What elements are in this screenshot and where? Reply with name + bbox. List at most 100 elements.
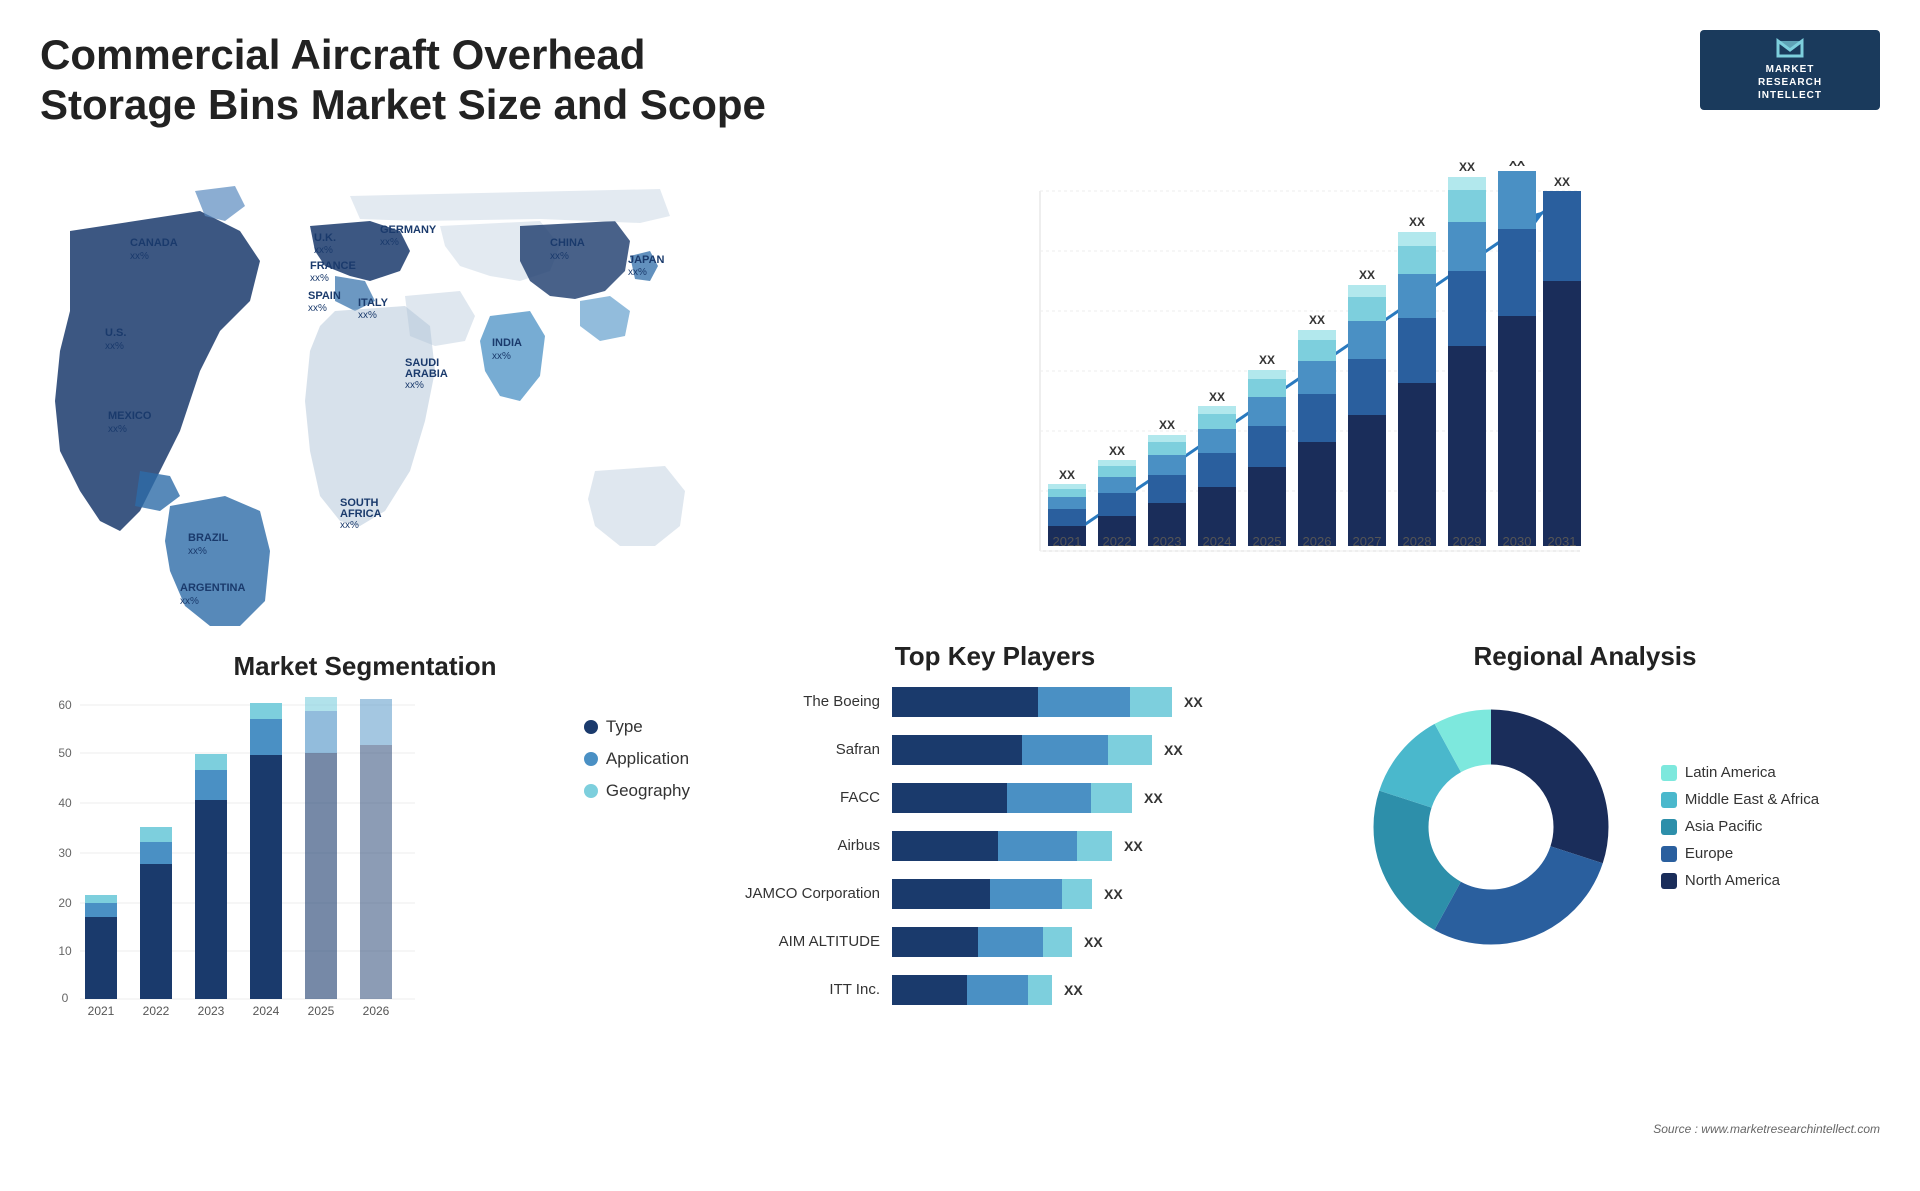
player-row-facc: FACC XX bbox=[720, 783, 1270, 813]
svg-text:40: 40 bbox=[58, 796, 72, 810]
svg-text:2030: 2030 bbox=[1503, 534, 1532, 549]
legend-dot-application bbox=[584, 752, 598, 766]
svg-text:0: 0 bbox=[62, 991, 69, 1005]
world-map-section: CANADA xx% U.S. xx% MEXICO xx% BRAZIL xx… bbox=[40, 151, 700, 631]
regional-color-na bbox=[1661, 873, 1677, 889]
svg-text:xx%: xx% bbox=[380, 237, 399, 248]
bar-chart-section: 2021 XX 2022 XX 2023 XX bbox=[700, 151, 1880, 631]
svg-text:U.S.: U.S. bbox=[105, 327, 126, 339]
svg-text:XX: XX bbox=[1554, 175, 1570, 189]
svg-text:FRANCE: FRANCE bbox=[310, 260, 356, 272]
svg-text:ARGENTINA: ARGENTINA bbox=[180, 582, 245, 594]
player-bar-boeing: XX bbox=[892, 687, 1270, 717]
svg-text:xx%: xx% bbox=[492, 351, 511, 362]
regional-color-apac bbox=[1661, 819, 1677, 835]
player-name-aim: AIM ALTITUDE bbox=[720, 933, 880, 950]
logo-icon bbox=[1770, 38, 1810, 59]
svg-text:CANADA: CANADA bbox=[130, 237, 178, 249]
player-bar-itt: XX bbox=[892, 975, 1270, 1005]
svg-text:2023: 2023 bbox=[1153, 534, 1182, 549]
svg-text:XX: XX bbox=[1109, 444, 1125, 458]
player-name-itt: ITT Inc. bbox=[720, 981, 880, 998]
svg-text:xx%: xx% bbox=[628, 267, 647, 278]
player-value-aim: XX bbox=[1084, 934, 1103, 950]
players-list: Top Key Players The Boeing XX Safran bbox=[700, 631, 1290, 1191]
svg-text:30: 30 bbox=[58, 846, 72, 860]
legend-dot-geography bbox=[584, 784, 598, 798]
svg-text:xx%: xx% bbox=[308, 303, 327, 314]
regional-section: Regional Analysis bbox=[1290, 631, 1880, 1191]
player-value-airbus: XX bbox=[1124, 838, 1143, 854]
player-value-safran: XX bbox=[1164, 742, 1183, 758]
regional-label-mea: Middle East & Africa bbox=[1685, 791, 1819, 808]
regional-legend: Latin America Middle East & Africa Asia … bbox=[1661, 764, 1819, 889]
player-name-boeing: The Boeing bbox=[720, 693, 880, 710]
svg-text:2021: 2021 bbox=[88, 1004, 115, 1017]
svg-text:ITALY: ITALY bbox=[358, 297, 389, 309]
regional-color-mea bbox=[1661, 792, 1677, 808]
player-bar-airbus: XX bbox=[892, 831, 1270, 861]
key-players-title: Top Key Players bbox=[720, 641, 1270, 672]
player-row-aim: AIM ALTITUDE XX bbox=[720, 927, 1270, 957]
bar-chart-svg: 2021 XX 2022 XX 2023 XX bbox=[720, 161, 1860, 621]
regional-label-latin: Latin America bbox=[1685, 764, 1776, 781]
player-bar-facc: XX bbox=[892, 783, 1270, 813]
svg-text:xx%: xx% bbox=[188, 546, 207, 557]
header: Commercial Aircraft Overhead Storage Bin… bbox=[40, 30, 1880, 131]
regional-legend-item-apac: Asia Pacific bbox=[1661, 818, 1819, 835]
svg-text:xx%: xx% bbox=[310, 273, 329, 284]
svg-text:2025: 2025 bbox=[308, 1004, 335, 1017]
player-row-jamco: JAMCO Corporation XX bbox=[720, 879, 1270, 909]
player-name-jamco: JAMCO Corporation bbox=[720, 885, 880, 902]
svg-text:2028: 2028 bbox=[1403, 534, 1432, 549]
svg-text:xx%: xx% bbox=[550, 251, 569, 262]
svg-text:2021: 2021 bbox=[1053, 534, 1082, 549]
svg-text:10: 10 bbox=[58, 944, 72, 958]
svg-text:XX: XX bbox=[1459, 161, 1475, 174]
legend-label-geography: Geography bbox=[606, 781, 690, 801]
player-bar-jamco: XX bbox=[892, 879, 1270, 909]
logo-text: MARKET RESEARCH INTELLECT bbox=[1758, 63, 1822, 102]
regional-label-na: North America bbox=[1685, 872, 1780, 889]
player-value-itt: XX bbox=[1064, 982, 1083, 998]
svg-text:XX: XX bbox=[1259, 353, 1275, 367]
svg-text:XX: XX bbox=[1159, 418, 1175, 432]
legend-application: Application bbox=[584, 749, 690, 769]
legend-label-type: Type bbox=[606, 717, 643, 737]
player-value-facc: XX bbox=[1144, 790, 1163, 806]
svg-text:2024: 2024 bbox=[1203, 534, 1232, 549]
source-text: Source : www.marketresearchintellect.com bbox=[1653, 1122, 1880, 1136]
svg-text:2023: 2023 bbox=[198, 1004, 225, 1017]
regional-label-europe: Europe bbox=[1685, 845, 1733, 862]
svg-text:2029: 2029 bbox=[1453, 534, 1482, 549]
segmentation-section: Market Segmentation 60 50 40 30 20 10 0 bbox=[40, 631, 700, 1191]
svg-text:2026: 2026 bbox=[1303, 534, 1332, 549]
donut-legend-area: Latin America Middle East & Africa Asia … bbox=[1310, 687, 1860, 967]
seg-chart-wrapper: 60 50 40 30 20 10 0 bbox=[40, 697, 690, 1017]
page-title: Commercial Aircraft Overhead Storage Bin… bbox=[40, 30, 790, 131]
svg-text:XX: XX bbox=[1209, 390, 1225, 404]
svg-text:XX: XX bbox=[1309, 313, 1325, 327]
key-players-section: Top Key Players The Boeing XX Safran bbox=[700, 631, 1880, 1191]
svg-text:2031: 2031 bbox=[1548, 534, 1577, 549]
player-value-boeing: XX bbox=[1184, 694, 1203, 710]
svg-text:2026: 2026 bbox=[363, 1004, 390, 1017]
seg-chart-svg: 60 50 40 30 20 10 0 bbox=[40, 697, 420, 1017]
svg-text:GERMANY: GERMANY bbox=[380, 224, 437, 236]
svg-text:60: 60 bbox=[58, 698, 72, 712]
main-grid: CANADA xx% U.S. xx% MEXICO xx% BRAZIL xx… bbox=[40, 151, 1880, 1191]
svg-text:xx%: xx% bbox=[405, 380, 424, 391]
segmentation-title: Market Segmentation bbox=[40, 651, 690, 682]
svg-text:50: 50 bbox=[58, 746, 72, 760]
svg-text:20: 20 bbox=[58, 896, 72, 910]
svg-text:U.K.: U.K. bbox=[314, 232, 336, 244]
regional-legend-item-latin: Latin America bbox=[1661, 764, 1819, 781]
legend-label-application: Application bbox=[606, 749, 689, 769]
svg-text:2024: 2024 bbox=[253, 1004, 280, 1017]
seg-bars-area: 60 50 40 30 20 10 0 bbox=[40, 697, 554, 1017]
svg-text:XX: XX bbox=[1059, 468, 1075, 482]
player-row-safran: Safran XX bbox=[720, 735, 1270, 765]
legend-geography: Geography bbox=[584, 781, 690, 801]
legend-dot-type bbox=[584, 720, 598, 734]
svg-text:SPAIN: SPAIN bbox=[308, 290, 341, 302]
